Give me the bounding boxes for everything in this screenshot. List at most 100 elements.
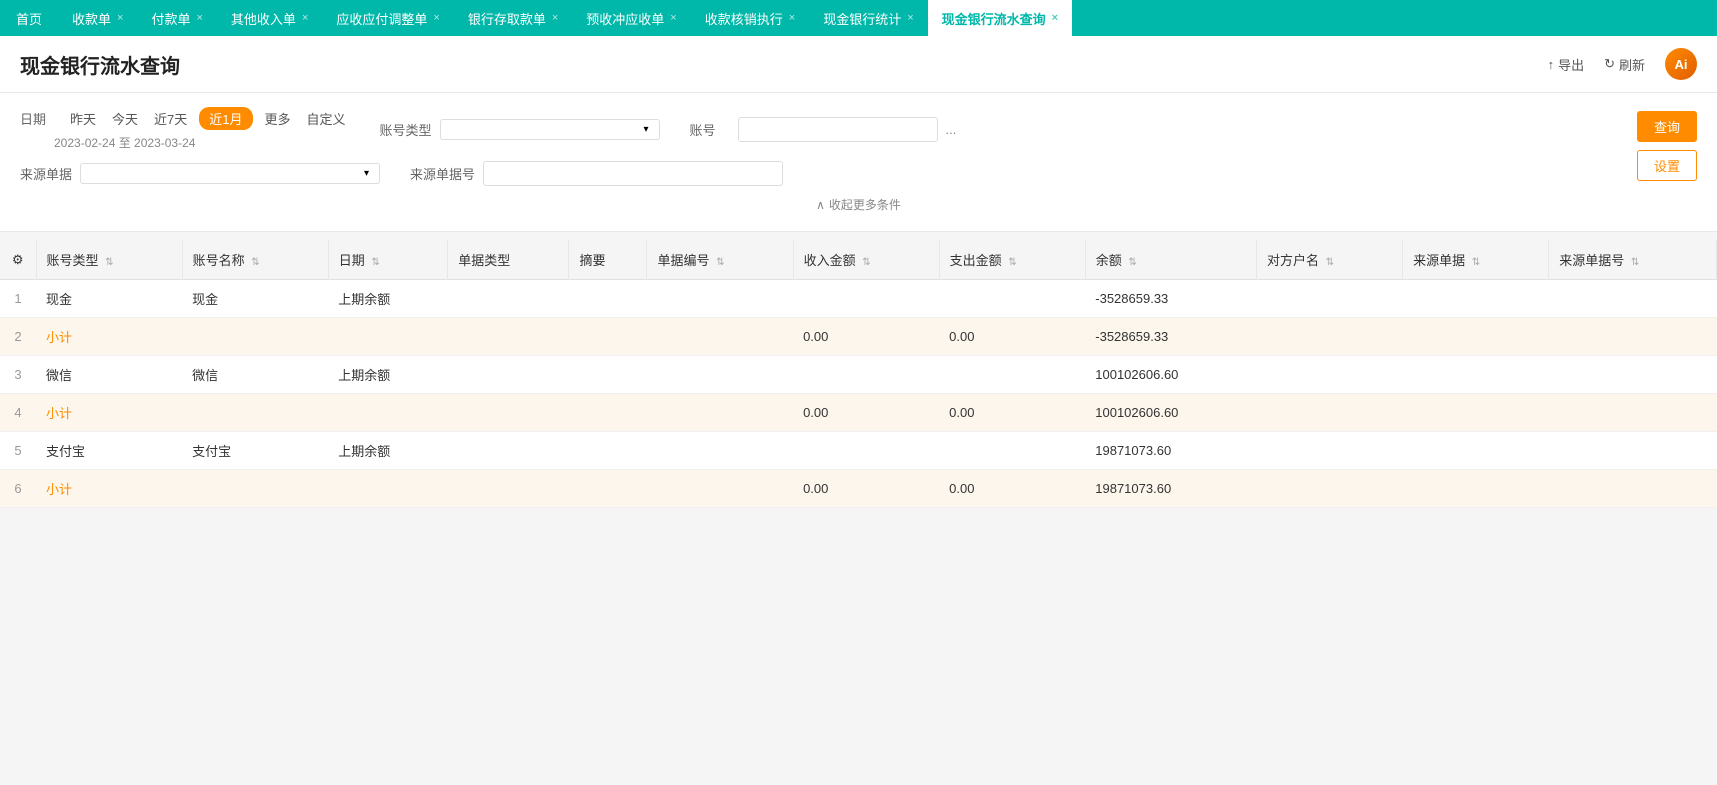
row-summary — [569, 470, 647, 508]
nav-tab-8[interactable]: 现金银行流水查询 × — [928, 0, 1072, 36]
col-settings[interactable]: ⚙ — [0, 240, 36, 280]
row-summary — [569, 356, 647, 394]
row-num: 3 — [0, 356, 36, 394]
row-income — [793, 356, 939, 394]
row-source-doc — [1403, 432, 1549, 470]
row-source-doc-no — [1549, 394, 1717, 432]
row-counterparty — [1257, 280, 1403, 318]
nav-tab-6[interactable]: 收款核销执行 × — [691, 0, 809, 36]
date-range-display: 2023-02-24 至 2023-03-24 — [54, 136, 195, 150]
col-doc-no[interactable]: 单据编号 ⇅ — [647, 240, 793, 280]
ai-avatar[interactable]: Ai — [1665, 48, 1697, 80]
col-income[interactable]: 收入金额 ⇅ — [793, 240, 939, 280]
data-table: ⚙ 账号类型 ⇅ 账号名称 ⇅ 日期 ⇅ 单据类型 摘要 单据编号 ⇅ 收入金额… — [0, 240, 1717, 508]
sort-income-icon: ⇅ — [862, 257, 870, 268]
nav-home[interactable]: 首页 — [0, 0, 58, 36]
row-balance: 19871073.60 — [1085, 432, 1256, 470]
row-balance: 100102606.60 — [1085, 394, 1256, 432]
row-date: 上期余额 — [328, 356, 448, 394]
table-row: 6小计0.000.0019871073.60 — [0, 470, 1717, 508]
col-balance[interactable]: 余额 ⇅ — [1085, 240, 1256, 280]
account-type-select[interactable]: ▾ — [440, 119, 660, 140]
source-doc-select[interactable]: ▾ — [80, 163, 380, 184]
row-account-name — [182, 394, 328, 432]
sort-date-icon: ⇅ — [371, 257, 379, 268]
sort-source-doc-icon: ⇅ — [1472, 257, 1480, 268]
row-counterparty — [1257, 432, 1403, 470]
close-tab-7-icon[interactable]: × — [907, 12, 913, 24]
query-button[interactable]: 查询 — [1637, 111, 1697, 142]
row-doc-type — [448, 470, 569, 508]
row-doc-type — [448, 394, 569, 432]
export-button[interactable]: ↑ 导出 — [1548, 55, 1585, 74]
account-input[interactable] — [738, 117, 938, 142]
collapse-bar[interactable]: ∧ 收起更多条件 — [20, 192, 1697, 217]
date-filter-label: 日期 — [20, 109, 60, 128]
account-more-button[interactable]: ... — [946, 122, 957, 137]
table-row: 3微信微信上期余额100102606.60 — [0, 356, 1717, 394]
row-balance: 100102606.60 — [1085, 356, 1256, 394]
row-income: 0.00 — [793, 318, 939, 356]
col-expense[interactable]: 支出金额 ⇅ — [939, 240, 1085, 280]
row-date — [328, 318, 448, 356]
account-label: 账号 — [690, 120, 730, 139]
row-account-name: 微信 — [182, 356, 328, 394]
row-account-name — [182, 318, 328, 356]
close-tab-0-icon[interactable]: × — [117, 12, 123, 24]
table-row: 1现金现金上期余额-3528659.33 — [0, 280, 1717, 318]
row-account-type: 小计 — [36, 470, 182, 508]
sort-expense-icon: ⇅ — [1008, 257, 1016, 268]
refresh-icon: ↻ — [1604, 56, 1615, 72]
account-type-label: 账号类型 — [380, 120, 432, 139]
row-counterparty — [1257, 318, 1403, 356]
row-source-doc — [1403, 318, 1549, 356]
nav-tab-4[interactable]: 银行存取款单 × — [454, 0, 572, 36]
date-btn-7days[interactable]: 近7天 — [150, 107, 191, 130]
date-btn-yesterday[interactable]: 昨天 — [66, 107, 100, 130]
nav-tab-5[interactable]: 预收冲应收单 × — [572, 0, 690, 36]
close-tab-1-icon[interactable]: × — [196, 12, 202, 24]
date-btn-today[interactable]: 今天 — [108, 107, 142, 130]
table-row: 4小计0.000.00100102606.60 — [0, 394, 1717, 432]
close-tab-2-icon[interactable]: × — [302, 12, 308, 24]
row-balance: -3528659.33 — [1085, 318, 1256, 356]
col-source-doc-no[interactable]: 来源单据号 ⇅ — [1549, 240, 1717, 280]
date-btn-custom[interactable]: 自定义 — [303, 107, 350, 130]
settings-button[interactable]: 设置 — [1637, 150, 1697, 181]
source-doc-no-input[interactable] — [483, 161, 783, 186]
close-tab-8-icon[interactable]: × — [1052, 12, 1058, 24]
nav-tab-3[interactable]: 应收应付调整单 × — [322, 0, 453, 36]
close-tab-3-icon[interactable]: × — [433, 12, 439, 24]
close-tab-5-icon[interactable]: × — [670, 12, 676, 24]
col-counterparty[interactable]: 对方户名 ⇅ — [1257, 240, 1403, 280]
row-expense: 0.00 — [939, 470, 1085, 508]
col-source-doc[interactable]: 来源单据 ⇅ — [1403, 240, 1549, 280]
row-income: 0.00 — [793, 470, 939, 508]
row-doc-no — [647, 280, 793, 318]
row-source-doc-no — [1549, 470, 1717, 508]
nav-tab-0[interactable]: 收款单 × — [58, 0, 137, 36]
date-btn-more[interactable]: 更多 — [261, 107, 295, 130]
nav-tab-7[interactable]: 现金银行统计 × — [809, 0, 927, 36]
row-source-doc-no — [1549, 280, 1717, 318]
close-tab-6-icon[interactable]: × — [789, 12, 795, 24]
row-balance: 19871073.60 — [1085, 470, 1256, 508]
col-date[interactable]: 日期 ⇅ — [328, 240, 448, 280]
close-tab-4-icon[interactable]: × — [552, 12, 558, 24]
nav-tab-1[interactable]: 付款单 × — [137, 0, 216, 36]
nav-tab-2[interactable]: 其他收入单 × — [217, 0, 322, 36]
table-area: ⚙ 账号类型 ⇅ 账号名称 ⇅ 日期 ⇅ 单据类型 摘要 单据编号 ⇅ 收入金额… — [0, 240, 1717, 508]
row-summary — [569, 394, 647, 432]
row-account-type: 小计 — [36, 318, 182, 356]
date-btn-1month[interactable]: 近1月 — [199, 107, 252, 130]
page-header: 现金银行流水查询 ↑ 导出 ↻ 刷新 Ai — [0, 36, 1717, 93]
refresh-button[interactable]: ↻ 刷新 — [1604, 55, 1645, 74]
row-num: 5 — [0, 432, 36, 470]
row-summary — [569, 318, 647, 356]
table-header-row: ⚙ 账号类型 ⇅ 账号名称 ⇅ 日期 ⇅ 单据类型 摘要 单据编号 ⇅ 收入金额… — [0, 240, 1717, 280]
row-source-doc — [1403, 280, 1549, 318]
row-counterparty — [1257, 394, 1403, 432]
col-account-name[interactable]: 账号名称 ⇅ — [182, 240, 328, 280]
filter-area: 日期 昨天 今天 近7天 近1月 更多 自定义 2023-02-24 至 202… — [0, 93, 1717, 232]
col-account-type[interactable]: 账号类型 ⇅ — [36, 240, 182, 280]
